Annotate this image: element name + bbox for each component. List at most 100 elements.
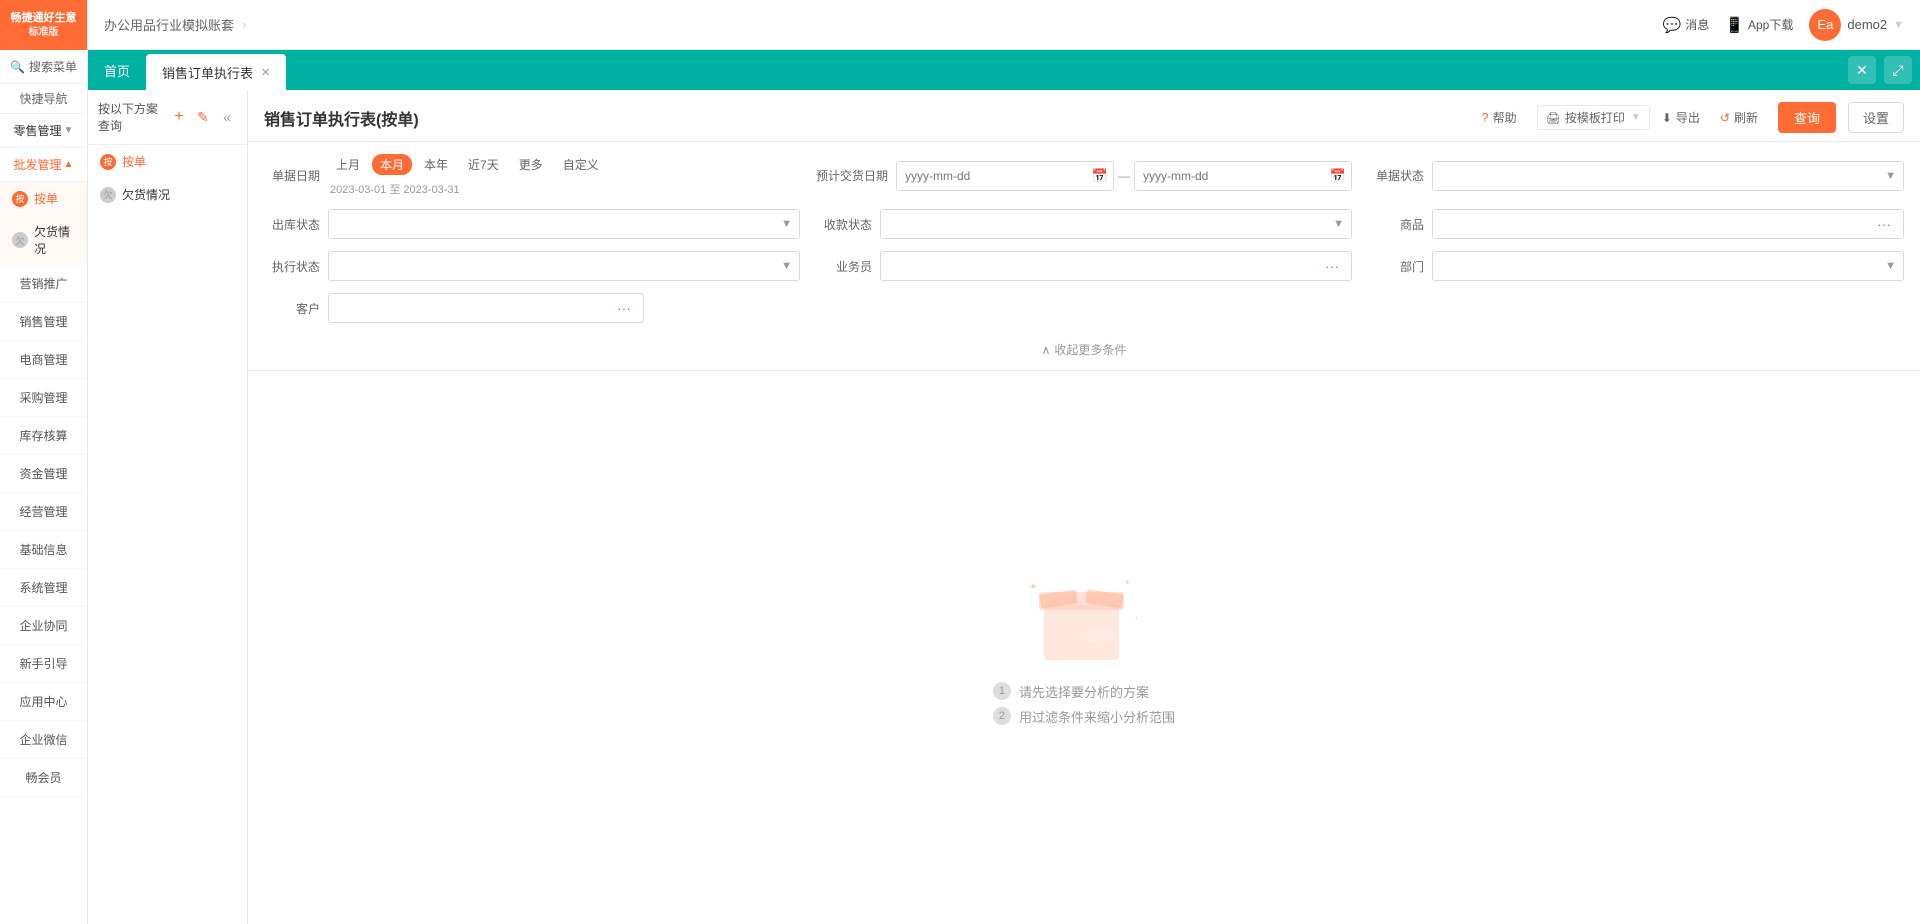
operations-label: 经营管理 [19, 503, 67, 520]
dept-select[interactable] [1432, 251, 1904, 281]
filter-row-2: 出库状态 ▼ 收款状态 [264, 209, 1904, 239]
receive-status-select[interactable] [880, 209, 1352, 239]
tab-home[interactable]: 首页 [88, 50, 146, 90]
collapse-panel-btn[interactable]: « [217, 107, 237, 127]
main-area: 办公用品行业模拟账套 › 💬 消息 📱 App下载 Ea demo2 ▼ 首 [88, 0, 1920, 924]
date-tab-thisyear[interactable]: 本年 [416, 154, 456, 175]
filter-group-date: 单据日期 上月 本月 本年 近7天 更多 自定义 2023-03-01 至 20… [264, 154, 800, 197]
sidebar-item-purchase[interactable]: 采购管理 [0, 379, 87, 417]
username: demo2 [1847, 17, 1887, 32]
add-scheme-btn[interactable]: + [169, 107, 189, 127]
sidebar-sub-qufa[interactable]: 欠 欠货情况 [0, 215, 87, 265]
anpiao-scheme-label: 按单 [122, 153, 146, 170]
search-btn[interactable]: 查询 [1778, 102, 1836, 133]
sidebar-sub-anpiao[interactable]: 按 按单 [0, 182, 87, 215]
tab-close-btn[interactable]: ✕ [261, 66, 270, 79]
scheme-qufa[interactable]: 欠 欠货情况 [88, 178, 247, 211]
apps-label: 应用中心 [19, 693, 67, 710]
topbar: 办公用品行业模拟账套 › 💬 消息 📱 App下载 Ea demo2 ▼ [88, 0, 1920, 50]
empty-illustration: ✦ ✦ ✦ [1024, 570, 1144, 670]
empty-hint-2: 2 用过滤条件来缩小分析范围 [993, 707, 1175, 726]
edit-scheme-btn[interactable]: ✎ [193, 107, 213, 127]
print-label: 按模板打印 [1565, 109, 1625, 126]
empty-hint-1: 1 请先选择要分析的方案 [993, 682, 1175, 701]
export-btn[interactable]: ⬇ 导出 [1662, 109, 1700, 126]
sidebar-item-newbie[interactable]: 新手引导 [0, 645, 87, 683]
tab-sales-execution[interactable]: 销售订单执行表 ✕ [146, 54, 286, 90]
user-menu[interactable]: Ea demo2 ▼ [1809, 9, 1904, 41]
date-tab-7days[interactable]: 近7天 [460, 154, 507, 175]
print-btn[interactable]: 🖨 按模板打印 ▼ [1537, 105, 1650, 130]
sidebar-item-retail[interactable]: 零售管理 ▼ [0, 114, 87, 148]
sidebar-item-enterprise[interactable]: 企业协同 [0, 607, 87, 645]
salesperson-more-btn[interactable]: ··· [1321, 258, 1343, 274]
forecast-date-end-wrapper: 📅 [1134, 161, 1352, 191]
doc-status-label: 单据状态 [1368, 167, 1424, 184]
sidebar-item-wechat[interactable]: 企业微信 [0, 721, 87, 759]
tab-fullscreen-btn[interactable]: ⤢ [1884, 56, 1912, 84]
message-btn[interactable]: 💬 消息 [1663, 16, 1710, 34]
sidebar-item-basics[interactable]: 基础信息 [0, 531, 87, 569]
sidebar-item-ecommerce[interactable]: 电商管理 [0, 341, 87, 379]
app-download-btn[interactable]: 📱 App下载 [1725, 16, 1793, 34]
filter-group-salesperson: 业务员 ··· [816, 251, 1352, 281]
dept-label: 部门 [1368, 258, 1424, 275]
basics-label: 基础信息 [19, 541, 67, 558]
sidebar-item-system[interactable]: 系统管理 [0, 569, 87, 607]
date-tab-more[interactable]: 更多 [511, 154, 551, 175]
doc-status-select-wrapper: ▼ [1432, 161, 1904, 191]
date-label: 单据日期 [264, 167, 320, 184]
ecommerce-label: 电商管理 [19, 351, 67, 368]
print-icon: 🖨 [1546, 111, 1561, 125]
date-tab-thismonth[interactable]: 本月 [372, 154, 412, 175]
out-status-select[interactable] [328, 209, 800, 239]
sidebar-item-sales[interactable]: 销售管理 [0, 303, 87, 341]
tabbar: 首页 销售订单执行表 ✕ ✕ ⤢ [88, 50, 1920, 90]
topbar-left: 办公用品行业模拟账套 › [104, 15, 246, 34]
scheme-anpiao[interactable]: 按 按单 [88, 145, 247, 178]
filter-row-4: 客户 ··· [264, 293, 1904, 323]
collapse-btn[interactable]: ∧ 收起更多条件 [1042, 341, 1127, 358]
goods-more-btn[interactable]: ··· [1873, 216, 1895, 232]
sidebar-search[interactable]: 🔍 搜索菜单 [0, 50, 87, 84]
svg-text:✦: ✦ [1124, 578, 1131, 587]
doc-status-select[interactable] [1432, 161, 1904, 191]
date-tabs: 上月 本月 本年 近7天 更多 自定义 [328, 154, 800, 175]
content-area: 按以下方案查询 + ✎ « 按 按单 欠 欠货情况 销售订单执行表(按单) [88, 90, 1920, 924]
refresh-btn[interactable]: ↺ 刷新 [1712, 105, 1766, 130]
customer-more-btn[interactable]: ··· [613, 300, 635, 316]
filter-group-customer: 客户 ··· [264, 293, 644, 323]
purchase-label: 采购管理 [19, 389, 67, 406]
date-tab-lastmonth[interactable]: 上月 [328, 154, 368, 175]
forecast-date-range: 📅 — 📅 [896, 161, 1352, 191]
goods-input[interactable] [1441, 217, 1873, 231]
customer-input[interactable] [337, 301, 613, 315]
wholesale-label: 批发管理 [14, 156, 62, 173]
settings-btn[interactable]: 设置 [1848, 102, 1904, 133]
sidebar-item-wholesale[interactable]: 批发管理 ▲ [0, 148, 87, 182]
filter-row-3: 执行状态 ▼ 业务员 ··· [264, 251, 1904, 281]
forecast-date-end[interactable] [1134, 161, 1352, 191]
hint-text-1: 请先选择要分析的方案 [1019, 682, 1149, 701]
exec-status-select[interactable] [328, 251, 800, 281]
salesperson-input[interactable] [889, 259, 1321, 273]
sidebar-item-inventory[interactable]: 库存核算 [0, 417, 87, 455]
sidebar-item-apps[interactable]: 应用中心 [0, 683, 87, 721]
logo-sub: 标准版 [11, 26, 77, 39]
help-btn[interactable]: ? 帮助 [1473, 105, 1524, 130]
filter-group-dept: 部门 ▼ [1368, 251, 1904, 281]
tab-close-all-btn[interactable]: ✕ [1848, 56, 1876, 84]
svg-text:✦: ✦ [1029, 582, 1037, 593]
sidebar-item-marketing[interactable]: 营销推广 [0, 265, 87, 303]
sidebar-item-operations[interactable]: 经营管理 [0, 493, 87, 531]
sidebar-quick-nav[interactable]: 快捷导航 [0, 84, 87, 114]
member-label: 畅会员 [25, 769, 61, 786]
receive-status-label: 收款状态 [816, 216, 872, 233]
right-panel: 销售订单执行表(按单) ? 帮助 🖨 按模板打印 ▼ ⬇ 导出 [248, 90, 1920, 924]
date-tab-custom[interactable]: 自定义 [555, 154, 607, 175]
retail-arrow: ▼ [64, 125, 74, 136]
filter-group-exec-status: 执行状态 ▼ [264, 251, 800, 281]
forecast-date-start[interactable] [896, 161, 1114, 191]
sidebar-item-member[interactable]: 畅会员 [0, 759, 87, 797]
sidebar-item-finance[interactable]: 资金管理 [0, 455, 87, 493]
